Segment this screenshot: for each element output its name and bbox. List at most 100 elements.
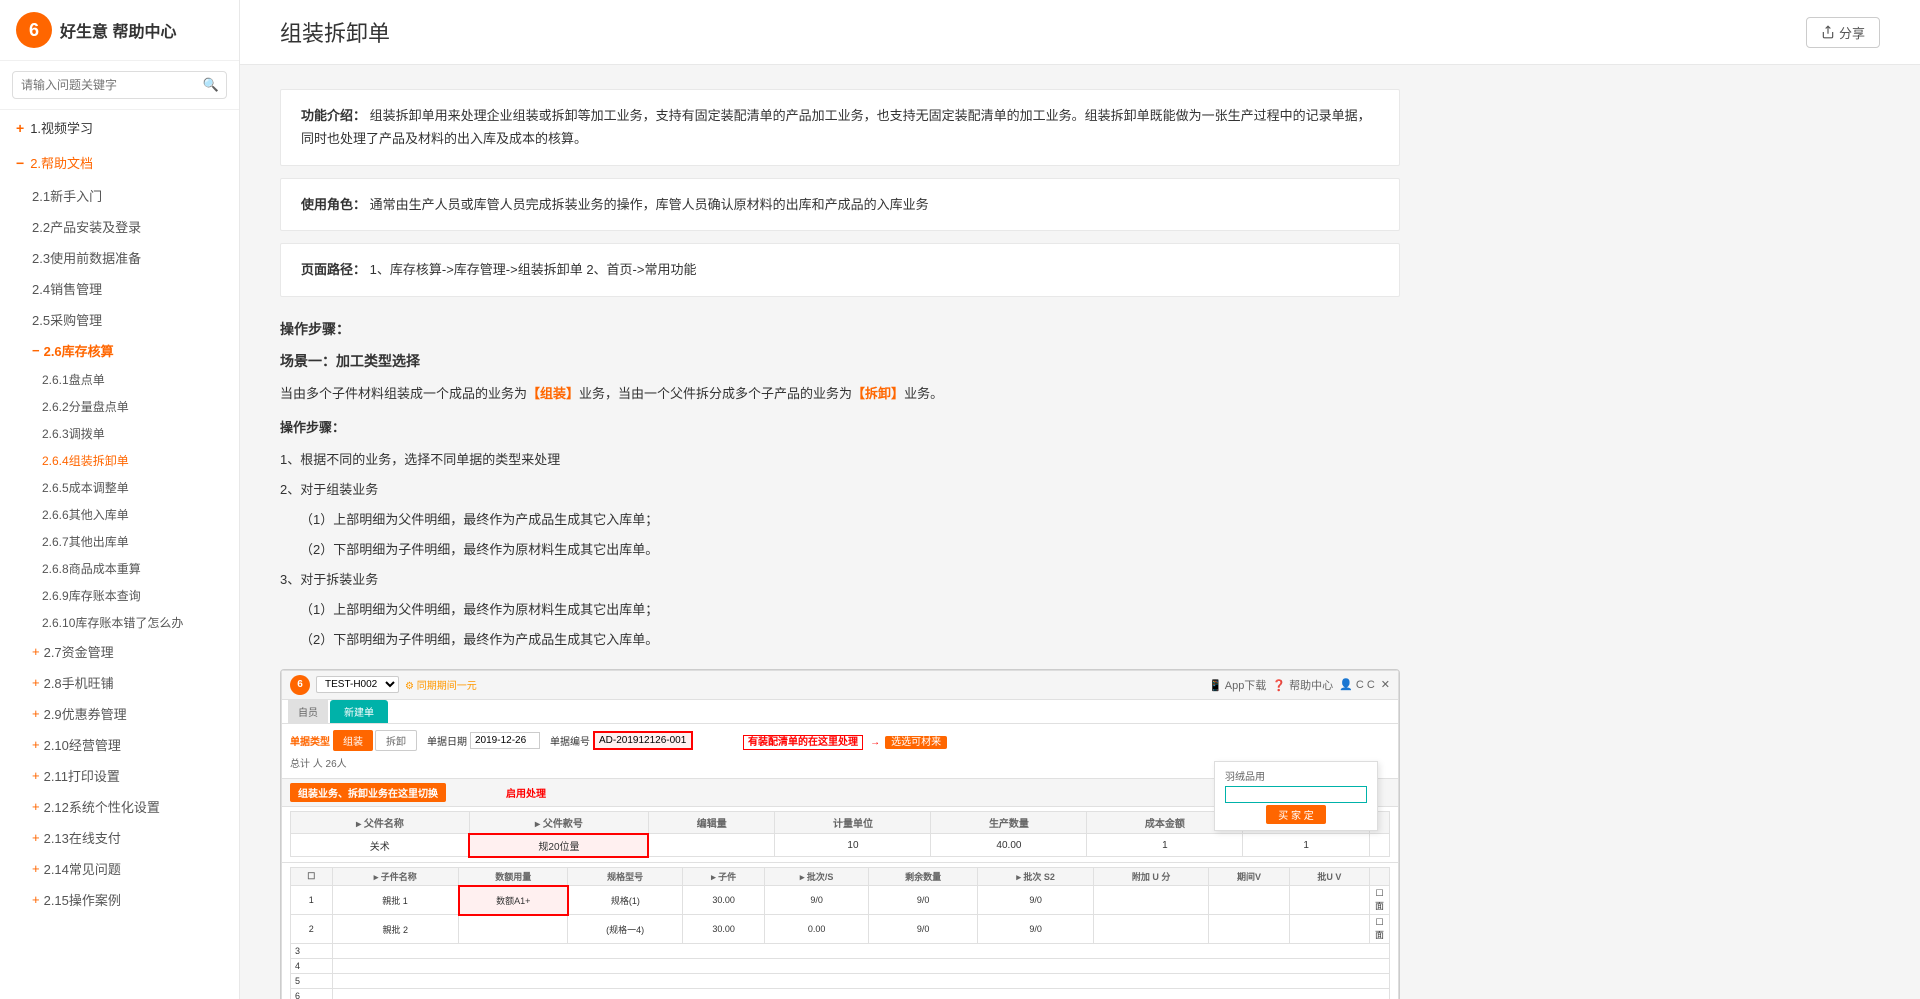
sidebar-item-coupon[interactable]: + 2.9优惠券管理 [0,698,239,729]
step1: 1、根据不同的业务，选择不同单据的类型来处理 [280,447,1400,473]
sim-tabs-row: 自员 新建单 [282,700,1398,724]
sim-ltr-2-6: 9/0 [868,915,977,944]
assembly-label: 【组装】 [527,386,579,401]
sim-ltr-2-8 [1093,915,1209,944]
sim-ltr-2-check: 2 [291,915,333,944]
sim-btn-disassembly[interactable]: 拆卸 [375,730,417,751]
sidebar-item-video[interactable]: + 1.视频学习 [0,110,239,145]
sidebar-item-stock-count[interactable]: 2.6.1盘点单 [0,366,239,393]
sim-ltr-1-2: 数额A1+ [459,886,568,915]
sim-lth-8: 附加 U 分 [1093,867,1209,886]
sim-ltr-1-9 [1209,886,1289,915]
plus-icon-ops: + [32,737,40,752]
feature-intro-label: 功能介绍： [301,108,366,123]
sim-annotation1-arrow: → [870,737,880,748]
sim-annotation4: 启用处理 [506,785,546,800]
sim-ltr-1-10 [1289,886,1369,915]
sim-number-field: 单据编号 [550,731,693,750]
sidebar-item-sales[interactable]: 2.4销售管理 [0,273,239,304]
sim-close-btn[interactable]: ✕ [1381,678,1390,691]
sim-ltr-4-empty [332,959,1389,974]
sidebar-item-other-out[interactable]: 2.6.7其他出库单 [0,528,239,555]
sidebar-item-mobile[interactable]: + 2.8手机旺铺 [0,667,239,698]
sidebar-item-system[interactable]: + 2.12系统个性化设置 [0,791,239,822]
plus-icon-cases: + [32,892,40,907]
sim-help-center: ❓ 帮助中心 [1272,677,1333,693]
role-text: 通常由生产人员或库管人员完成拆装业务的操作，库管人员确认原材料的出库和产成品的入… [370,197,929,212]
sidebar-item-install[interactable]: 2.2产品安装及登录 [0,211,239,242]
sidebar-item-category-count[interactable]: 2.6.2分量盘点单 [0,393,239,420]
sidebar-item-cost-recalc[interactable]: 2.6.8商品成本重算 [0,555,239,582]
nav-section: + 1.视频学习 − 2.帮助文档 2.1新手入门 2.2产品安装及登录 2.3… [0,110,239,915]
nav-sub-docs: 2.1新手入门 2.2产品安装及登录 2.3使用前数据准备 2.4销售管理 2.… [0,180,239,915]
sim-number-input[interactable] [593,731,693,750]
sim-utr-1-4: 10 [775,834,931,857]
sidebar-item-stock-error[interactable]: 2.6.10库存账本错了怎么办 [0,609,239,636]
search-box: 🔍 [0,61,239,110]
sim-confirm-btn[interactable]: 买 家 定 [1266,805,1326,824]
sidebar-item-assembly[interactable]: 2.6.4组装拆卸单 [0,447,239,474]
sidebar-item-newbie[interactable]: 2.1新手入门 [0,180,239,211]
sidebar-item-inventory[interactable]: − 2.6库存核算 [0,335,239,366]
sidebar-item-faq[interactable]: + 2.14常见问题 [0,853,239,884]
sim-logo-small: 6 [290,675,310,695]
sidebar-item-print[interactable]: + 2.11打印设置 [0,760,239,791]
sim-type-buttons: 组装 拆卸 [333,730,417,751]
sim-annotation1-text: 有装配清单的在这里处理 [743,735,863,750]
sim-utr-1-6: 1 [1087,834,1243,857]
sidebar-item-payment[interactable]: + 2.13在线支付 [0,822,239,853]
sim-right-panel-input[interactable] [1225,786,1367,803]
logo-icon: 6 [16,12,52,48]
sim-lth-2: 数额用量 [459,867,568,886]
plus-icon: + [16,120,24,136]
sim-tab-home[interactable]: 自员 [288,700,328,723]
sidebar-item-docs[interactable]: − 2.帮助文档 [0,145,239,180]
sim-user: 👤 C C [1339,678,1375,691]
sidebar-item-other-in[interactable]: 2.6.6其他入库单 [0,501,239,528]
main-content: 组装拆卸单 分享 功能介绍： 组装拆卸单用来处理企业组装或拆卸等加工业务，支持有… [240,0,1920,999]
sim-lth-4: ▸ 子件 [682,867,765,886]
sim-date-input[interactable] [470,732,540,749]
sim-ltr-1-act: ☐ 面 [1370,886,1390,915]
operations-block: 操作步骤： 场景一：加工类型选择 当由多个子件材料组装成一个成品的业务为【组装】… [280,315,1400,653]
page-title: 组装拆卸单 [280,16,390,48]
share-button[interactable]: 分享 [1806,17,1880,48]
search-input[interactable] [12,71,227,99]
sim-type-field: 单据类型 组装 拆卸 [290,730,417,751]
plus-icon-faq: + [32,861,40,876]
sim-ltr-2-1: 親批 2 [332,915,459,944]
sim-btn-assembly[interactable]: 组装 [333,730,373,751]
sim-topbar: 6 TEST-H002 ⚙ 同期期间一元 📱 App下载 ❓ 帮助中心 👤 C … [282,671,1398,700]
sidebar-item-data-prep[interactable]: 2.3使用前数据准备 [0,242,239,273]
content-area: 功能介绍： 组装拆卸单用来处理企业组装或拆卸等加工业务，支持有固定装配清单的产品… [240,65,1440,999]
sidebar-item-adjust[interactable]: 2.6.3调拨单 [0,420,239,447]
sim-tab-new[interactable]: 新建单 [330,700,388,723]
operations-steps-title: 操作步骤： [280,415,1400,441]
scene1-title: 场景一：加工类型选择 [280,347,1400,375]
minus-icon-inventory: − [32,343,40,358]
operations-title: 操作步骤： [280,315,1400,343]
step3: 3、对于拆装业务 [280,567,1400,593]
sim-uth-1: ▸ 父件名称 [291,811,470,834]
sim-ltr-2-3: (规格一4) [568,915,682,944]
sidebar-item-stock-query[interactable]: 2.6.9库存账本查询 [0,582,239,609]
sim-select-material-btn[interactable]: 选选可材来 [885,736,947,749]
sidebar-item-cost-adjust[interactable]: 2.6.5成本调整单 [0,474,239,501]
plus-icon-finance: + [32,644,40,659]
scene1-desc: 当由多个子件材料组装成一个成品的业务为【组装】业务，当由一个父件拆分成多个子产品… [280,381,1400,407]
plus-icon-coupon: + [32,706,40,721]
main-header: 组装拆卸单 分享 [240,0,1920,65]
search-icon[interactable]: 🔍 [203,77,219,93]
plus-icon-system: + [32,799,40,814]
sim-lth-10: 批U V [1289,867,1369,886]
sim-company-select[interactable]: TEST-H002 [316,676,399,693]
sim-ltr-3-check: 3 [291,944,333,959]
sim-utr-1-2: 规20位量 [469,834,648,857]
sidebar-item-purchase[interactable]: 2.5采购管理 [0,304,239,335]
path-block: 页面路径： 1、库存核算->库存管理->组装拆卸单 2、首页->常用功能 [280,243,1400,296]
sim-ltr-1-1: 親批 1 [332,886,459,915]
sim-lth-7: ▸ 批次 S2 [978,867,1094,886]
sidebar-item-cases[interactable]: + 2.15操作案例 [0,884,239,915]
sidebar-item-finance[interactable]: + 2.7资金管理 [0,636,239,667]
sidebar-item-ops[interactable]: + 2.10经营管理 [0,729,239,760]
